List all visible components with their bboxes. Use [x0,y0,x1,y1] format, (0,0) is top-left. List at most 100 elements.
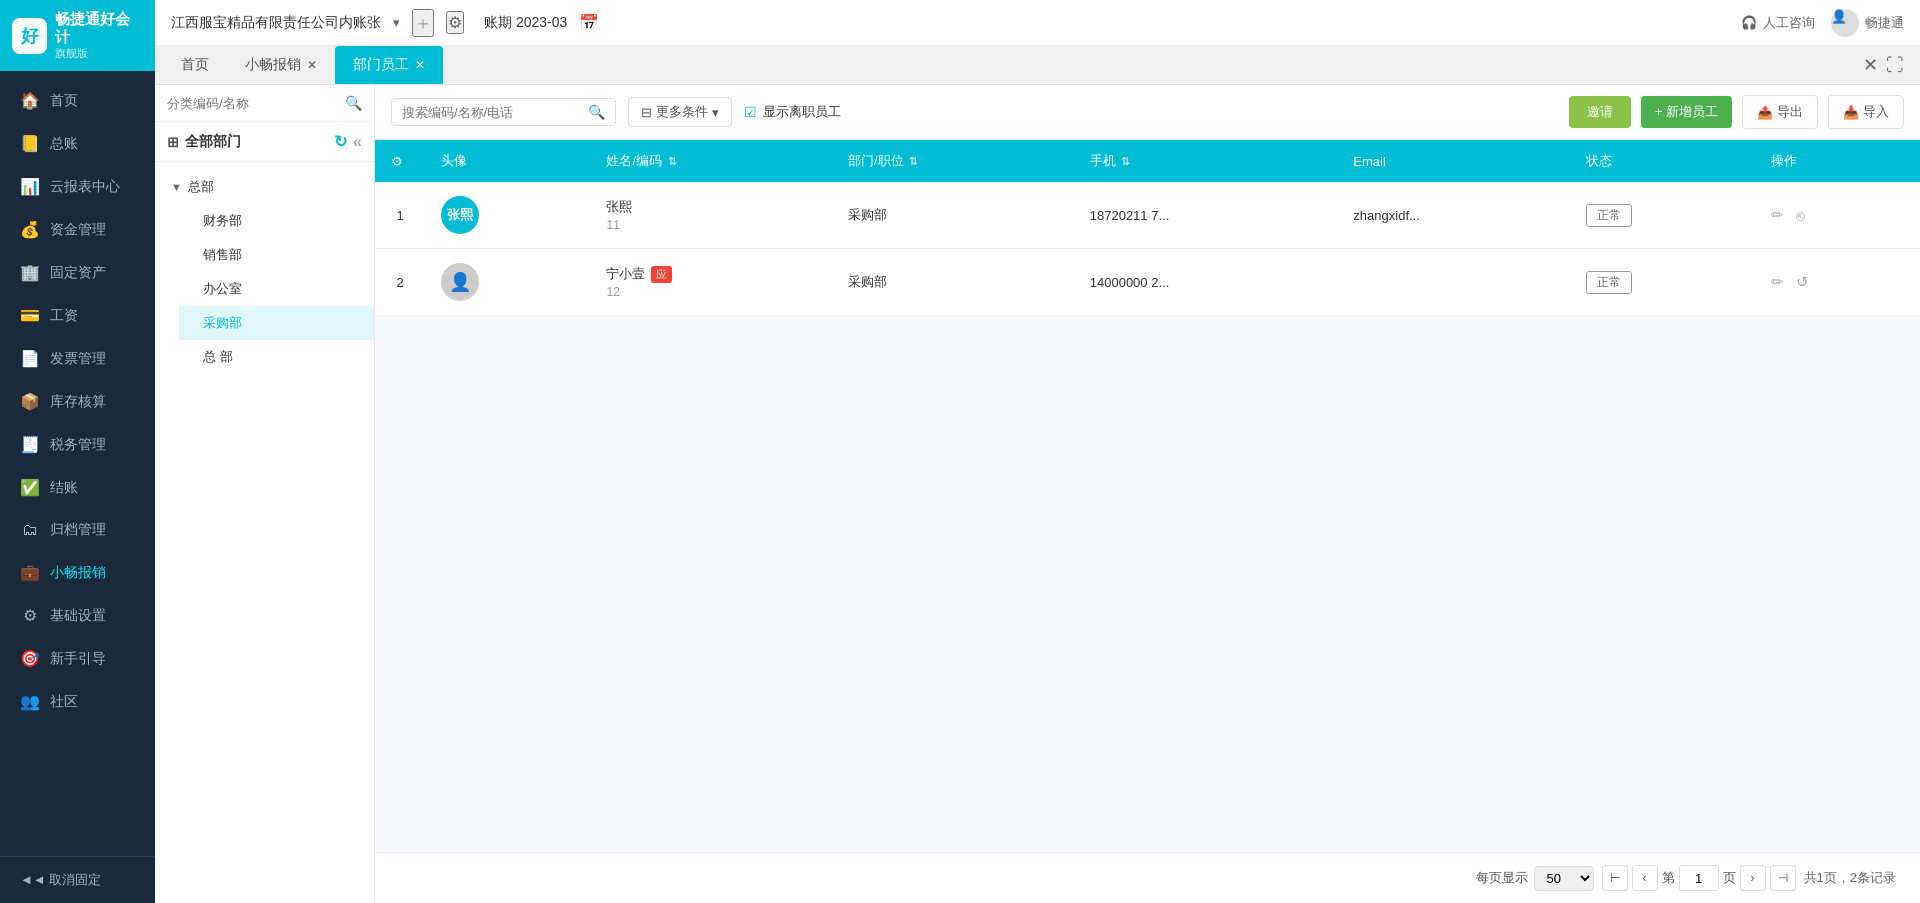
th-actions: 操作 [1755,140,1920,182]
sidebar-label-community: 社区 [50,693,78,711]
tab-expense-close[interactable]: ✕ [307,58,317,72]
row-phone-1: 18720211 7... [1074,182,1338,249]
dept-search-icon[interactable]: 🔍 [345,95,362,111]
sidebar-item-reports[interactable]: 📊 云报表中心 [0,165,155,208]
sidebar-item-funds[interactable]: 💰 资金管理 [0,208,155,251]
support-button[interactable]: 🎧 人工咨询 [1741,14,1815,32]
dept-search-box: 🔍 [155,85,374,122]
sidebar-item-closing[interactable]: ✅ 结账 [0,466,155,509]
community-icon: 👥 [20,692,40,711]
sidebar-item-invoice[interactable]: 📄 发票管理 [0,337,155,380]
next-page-button[interactable]: › [1740,865,1766,891]
sidebar-item-community[interactable]: 👥 社区 [0,680,155,723]
sidebar-item-archive[interactable]: 🗂 归档管理 [0,509,155,551]
row-dept-1: 采购部 [832,182,1074,249]
dept-item-sales[interactable]: 销售部 [179,238,374,272]
sidebar-label-closing: 结账 [50,479,78,497]
row-email-2 [1337,249,1570,316]
th-name[interactable]: 姓名/编码 ⇅ [590,140,832,182]
dept-item-purchasing[interactable]: 采购部 [179,306,374,340]
sidebar-item-expense[interactable]: 💼 小畅报销 [0,551,155,594]
dept-item-headquarters[interactable]: ▼ 总部 [155,170,374,204]
sidebar-label-inventory: 库存核算 [50,393,106,411]
dept-header-label: 全部部门 [185,133,241,151]
sidebar-item-assets[interactable]: 🏢 固定资产 [0,251,155,294]
import-label: 导入 [1863,103,1889,121]
table-body: 1 张熙 张熙 11 [375,182,1920,316]
dept-grid-icon: ⊞ [167,134,179,150]
tab-employee-label: 部门员工 [353,56,409,74]
import-button[interactable]: 📥 导入 [1828,95,1904,129]
company-dropdown[interactable]: ▾ [393,15,400,30]
tab-employee-close[interactable]: ✕ [415,58,425,72]
row-name-1: 张熙 11 [590,182,832,249]
topbar-settings-button[interactable]: ⚙ [446,11,464,34]
th-dept[interactable]: 部门/职位 ⇅ [832,140,1074,182]
row-dept-2: 采购部 [832,249,1074,316]
add-employee-button[interactable]: + 新增员工 [1641,96,1732,128]
sidebar-item-ledger[interactable]: 📒 总账 [0,122,155,165]
add-company-button[interactable]: ＋ [412,9,434,37]
dept-label-headquarters: 总部 [188,178,214,196]
sidebar-item-inventory[interactable]: 📦 库存核算 [0,380,155,423]
user-menu[interactable]: 👤 畅捷通 [1831,9,1904,37]
invite-button[interactable]: 邀请 [1569,96,1631,128]
tab-expense[interactable]: 小畅报销 ✕ [227,46,335,84]
tab-home[interactable]: 首页 [163,46,227,84]
employee-search-icon[interactable]: 🔍 [588,104,605,120]
employee-name-2: 宁小壹 [606,265,645,283]
sidebar-item-salary[interactable]: 💳 工资 [0,294,155,337]
employee-search-input[interactable] [402,105,582,120]
sidebar-label-tax: 税务管理 [50,436,106,454]
logout-icon-1[interactable]: ⎋ [1796,207,1805,224]
dept-collapse-icon[interactable]: « [353,133,362,151]
sidebar-item-tax[interactable]: 🧾 税务管理 [0,423,155,466]
edit-icon-2[interactable]: ✏ [1771,273,1784,291]
reports-icon: 📊 [20,177,40,196]
th-settings[interactable]: ⚙ [375,140,425,182]
sidebar-item-settings[interactable]: ⚙ 基础设置 [0,594,155,637]
headset-icon: 🎧 [1741,15,1757,30]
show-resigned-toggle[interactable]: ☑ 显示离职员工 [744,103,841,121]
import-icon: 📥 [1843,105,1859,120]
delete-icon-2[interactable]: ↺ [1796,273,1809,291]
dept-item-office[interactable]: 办公室 [179,272,374,306]
tab-employee[interactable]: 部门员工 ✕ [335,46,443,84]
sidebar-nav: 🏠 首页 📒 总账 📊 云报表中心 💰 资金管理 🏢 固定资产 💳 工资 📄 发… [0,71,155,856]
row-actions-2: ✏ ↺ [1755,249,1920,316]
guide-icon: 🎯 [20,649,40,668]
page-nav: ⊢ ‹ 第 页 › ⊣ [1602,865,1796,891]
per-page-label: 每页显示 [1476,869,1528,887]
dept-toggle-headquarters: ▼ [171,181,182,193]
dept-search-input[interactable] [167,96,339,111]
prev-page-button[interactable]: ‹ [1632,865,1658,891]
export-button[interactable]: 📤 导出 [1742,95,1818,129]
employee-search-box: 🔍 [391,98,616,126]
status-badge-1: 正常 [1586,204,1632,227]
dept-item-hq2[interactable]: 总 部 [179,340,374,374]
per-page-dropdown[interactable]: 50 10 20 100 [1534,866,1594,891]
unpin-label: ◄◄ 取消固定 [20,871,101,889]
last-page-button[interactable]: ⊣ [1770,865,1796,891]
expand-panel-button[interactable]: ⛶ [1886,55,1904,76]
sidebar-item-guide[interactable]: 🎯 新手引导 [0,637,155,680]
close-panel-button[interactable]: ✕ [1863,54,1878,76]
sidebar-item-home[interactable]: 🏠 首页 [0,79,155,122]
edit-icon-1[interactable]: ✏ [1771,206,1784,224]
unpin-button[interactable]: ◄◄ 取消固定 [0,856,155,903]
department-panel: 🔍 ⊞ 全部部门 ↻ « ▼ 总部 财务部 销售部 [155,85,375,903]
row-status-2: 正常 [1570,249,1754,316]
topbar: 江西服宝精品有限责任公司内账张 ▾ ＋ ⚙ 账期 2023-03 📅 🎧 人工咨… [155,0,1920,46]
dept-label-office: 办公室 [203,280,242,298]
th-phone[interactable]: 手机 ⇅ [1074,140,1338,182]
sidebar-label-guide: 新手引导 [50,650,106,668]
app-logo: 好 畅捷通好会计 旗舰版 [0,0,155,71]
page-input[interactable] [1679,865,1719,891]
filter-button[interactable]: ⊟ 更多条件 ▾ [628,97,732,127]
first-page-button[interactable]: ⊢ [1602,865,1628,891]
dept-item-finance[interactable]: 财务部 [179,204,374,238]
calendar-icon[interactable]: 📅 [579,13,599,32]
dept-refresh-icon[interactable]: ↻ [334,132,347,151]
employee-name-1: 张熙 [606,198,632,216]
dept-label-sales: 销售部 [203,246,242,264]
